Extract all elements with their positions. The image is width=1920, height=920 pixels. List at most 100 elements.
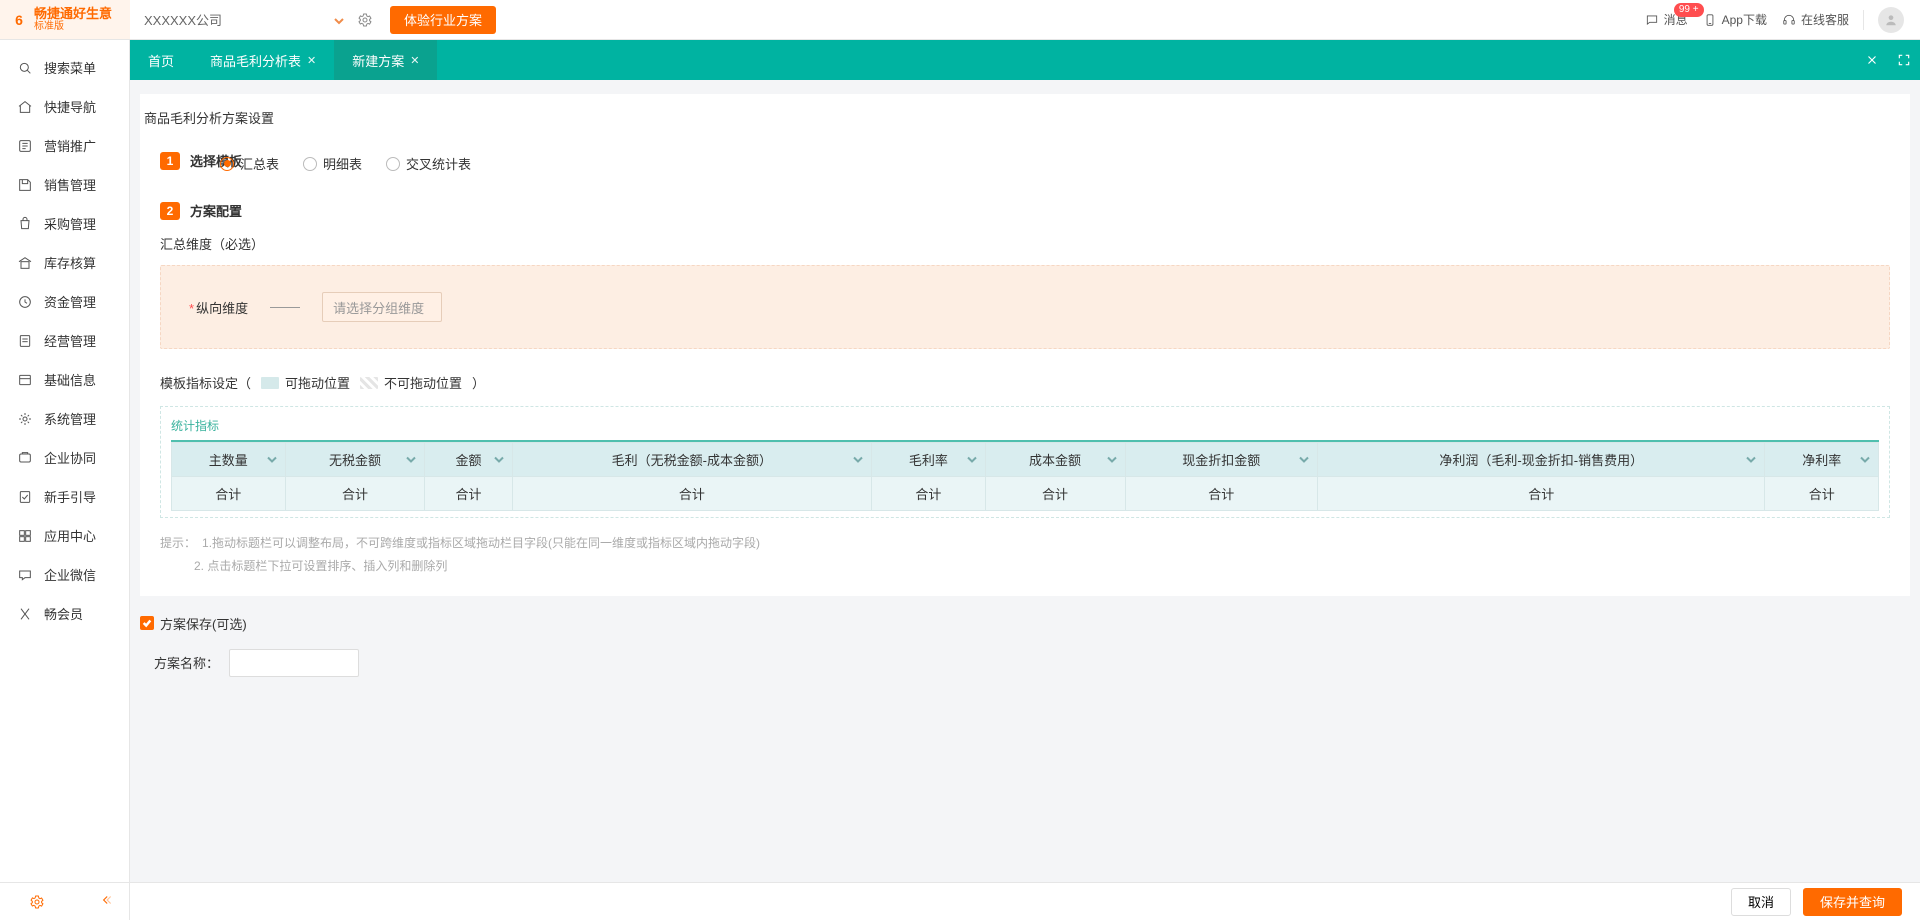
tab-0[interactable]: 首页	[130, 40, 192, 80]
sidebar-item-label: 应用中心	[44, 526, 96, 545]
fullscreen-button[interactable]	[1888, 40, 1920, 80]
plan-name-input[interactable]	[229, 649, 359, 677]
indicator-table-wrap: 统计指标 主数量无税金额金额毛利（无税金额-成本金额）毛利率成本金额现金折扣金额…	[160, 406, 1890, 518]
sidebar-item-11[interactable]: 新手引导	[0, 477, 129, 516]
sidebar-item-label: 库存核算	[44, 253, 96, 272]
sidebar-icon	[16, 449, 34, 467]
sidebar-item-label: 企业协同	[44, 448, 96, 467]
sidebar-icon	[16, 566, 34, 584]
step1-badge: 1	[160, 152, 180, 170]
sidebar-list: 搜索菜单快捷导航营销推广销售管理采购管理库存核算资金管理经营管理基础信息系统管理…	[0, 40, 129, 882]
cancel-button[interactable]: 取消	[1731, 888, 1791, 916]
sidebar-icon	[16, 605, 34, 623]
sidebar-item-8[interactable]: 基础信息	[0, 360, 129, 399]
dimension-box: *纵向维度 请选择分组维度	[160, 265, 1890, 349]
dimension-select[interactable]: 请选择分组维度	[322, 292, 442, 322]
indicator-sum-0: 合计	[172, 477, 286, 511]
app-download-link[interactable]: App下载	[1702, 11, 1767, 28]
indicator-col-8[interactable]: 净利率	[1765, 443, 1879, 477]
sidebar-item-3[interactable]: 销售管理	[0, 165, 129, 204]
step1-section: 1 选择模板 汇总表明细表交叉统计表	[140, 141, 1910, 191]
dimension-heading: 汇总维度（必选）	[160, 234, 1890, 253]
step2-label: 方案配置	[190, 201, 242, 220]
indicator-col-7[interactable]: 净利润（毛利-现金折扣-销售费用）	[1318, 443, 1765, 477]
sidebar-icon	[16, 137, 34, 155]
sidebar-icon	[16, 215, 34, 233]
avatar[interactable]	[1878, 7, 1904, 33]
sidebar-item-2[interactable]: 营销推广	[0, 126, 129, 165]
dimension-label: *纵向维度	[189, 298, 248, 317]
chevron-down-icon	[1746, 452, 1756, 467]
sidebar-item-0[interactable]: 搜索菜单	[0, 48, 129, 87]
chevron-down-icon	[334, 14, 344, 24]
tab-bar: 首页商品毛利分析表✕新建方案✕	[130, 40, 1920, 80]
indicator-sum-4: 合计	[872, 477, 986, 511]
sidebar-item-label: 基础信息	[44, 370, 96, 389]
indicator-col-0[interactable]: 主数量	[172, 443, 286, 477]
sidebar-item-6[interactable]: 资金管理	[0, 282, 129, 321]
brand-sub: 标准版	[34, 22, 112, 32]
sidebar-item-9[interactable]: 系统管理	[0, 399, 129, 438]
indicator-col-1[interactable]: 无税金额	[285, 443, 425, 477]
save-query-button[interactable]: 保存并查询	[1803, 888, 1902, 916]
sidebar-item-1[interactable]: 快捷导航	[0, 87, 129, 126]
save-plan-checkbox[interactable]: 方案保存(可选)	[140, 614, 247, 633]
indicator-col-4[interactable]: 毛利率	[872, 443, 986, 477]
indicator-col-3[interactable]: 毛利（无税金额-成本金额）	[512, 443, 871, 477]
indicator-col-6[interactable]: 现金折扣金额	[1125, 443, 1318, 477]
tab-2[interactable]: 新建方案✕	[334, 40, 437, 80]
sidebar-item-14[interactable]: 畅会员	[0, 594, 129, 633]
indicator-col-2[interactable]: 金额	[425, 443, 512, 477]
indicator-col-5[interactable]: 成本金额	[985, 443, 1125, 477]
gear-icon	[357, 12, 373, 28]
sidebar-item-13[interactable]: 企业微信	[0, 555, 129, 594]
indicator-table: 主数量无税金额金额毛利（无税金额-成本金额）毛利率成本金额现金折扣金额净利润（毛…	[171, 442, 1879, 511]
indicator-sum-2: 合计	[425, 477, 512, 511]
sidebar-settings-button[interactable]	[24, 889, 50, 915]
close-icon[interactable]: ✕	[307, 54, 316, 67]
sidebar-icon	[16, 254, 34, 272]
sidebar-item-10[interactable]: 企业协同	[0, 438, 129, 477]
indicator-table-scroll[interactable]: 主数量无税金额金额毛利（无税金额-成本金额）毛利率成本金额现金折扣金额净利润（毛…	[171, 440, 1879, 511]
tab-1[interactable]: 商品毛利分析表✕	[192, 40, 334, 80]
sidebar-item-12[interactable]: 应用中心	[0, 516, 129, 555]
tab-close-all-button[interactable]	[1856, 40, 1888, 80]
sidebar-icon	[16, 488, 34, 506]
chevron-down-icon	[267, 452, 277, 467]
collapse-icon	[99, 893, 113, 907]
industry-plan-button[interactable]: 体验行业方案	[390, 6, 496, 34]
sidebar-icon	[16, 371, 34, 389]
sidebar-item-4[interactable]: 采购管理	[0, 204, 129, 243]
sidebar-item-label: 经营管理	[44, 331, 96, 350]
hints: 提示：1.拖动标题栏可以调整布局，不可跨维度或指标区域拖动栏目字段(只能在同一维…	[160, 532, 1890, 578]
settings-button[interactable]	[352, 7, 378, 33]
sidebar-icon	[16, 410, 34, 428]
template-radio-0[interactable]: 汇总表	[220, 154, 279, 173]
template-radio-2[interactable]: 交叉统计表	[386, 154, 471, 173]
indicator-sum-7: 合计	[1318, 477, 1765, 511]
company-select[interactable]: XXXXXX公司	[144, 7, 344, 33]
sidebar-collapse-button[interactable]	[99, 893, 113, 910]
page-title: 商品毛利分析方案设置	[140, 94, 1910, 141]
indicator-title: 统计指标	[171, 417, 1879, 434]
template-radio-group: 汇总表 明细表 交叉统计表	[220, 154, 1890, 173]
brand-logo-icon: 6	[10, 11, 28, 29]
close-icon[interactable]: ✕	[410, 54, 419, 67]
template-radio-1[interactable]: 明细表	[303, 154, 362, 173]
top-right: 消息 99 + App下载 在线客服	[1644, 0, 1920, 39]
indicator-sum-1: 合计	[285, 477, 425, 511]
tab-bar-right	[1856, 40, 1920, 80]
online-service-link[interactable]: 在线客服	[1781, 11, 1849, 28]
indicator-sum-3: 合计	[512, 477, 871, 511]
messages-link[interactable]: 消息 99 +	[1644, 11, 1688, 28]
sidebar-item-7[interactable]: 经营管理	[0, 321, 129, 360]
indicator-sum-8: 合计	[1765, 477, 1879, 511]
sidebar-item-label: 畅会员	[44, 604, 83, 623]
sidebar-icon	[16, 98, 34, 116]
brand: 6 畅捷通好生意 标准版	[0, 0, 130, 39]
sidebar-item-5[interactable]: 库存核算	[0, 243, 129, 282]
user-icon	[1884, 13, 1898, 27]
sidebar: 搜索菜单快捷导航营销推广销售管理采购管理库存核算资金管理经营管理基础信息系统管理…	[0, 40, 130, 920]
sidebar-item-label: 资金管理	[44, 292, 96, 311]
sidebar-footer	[0, 882, 129, 920]
